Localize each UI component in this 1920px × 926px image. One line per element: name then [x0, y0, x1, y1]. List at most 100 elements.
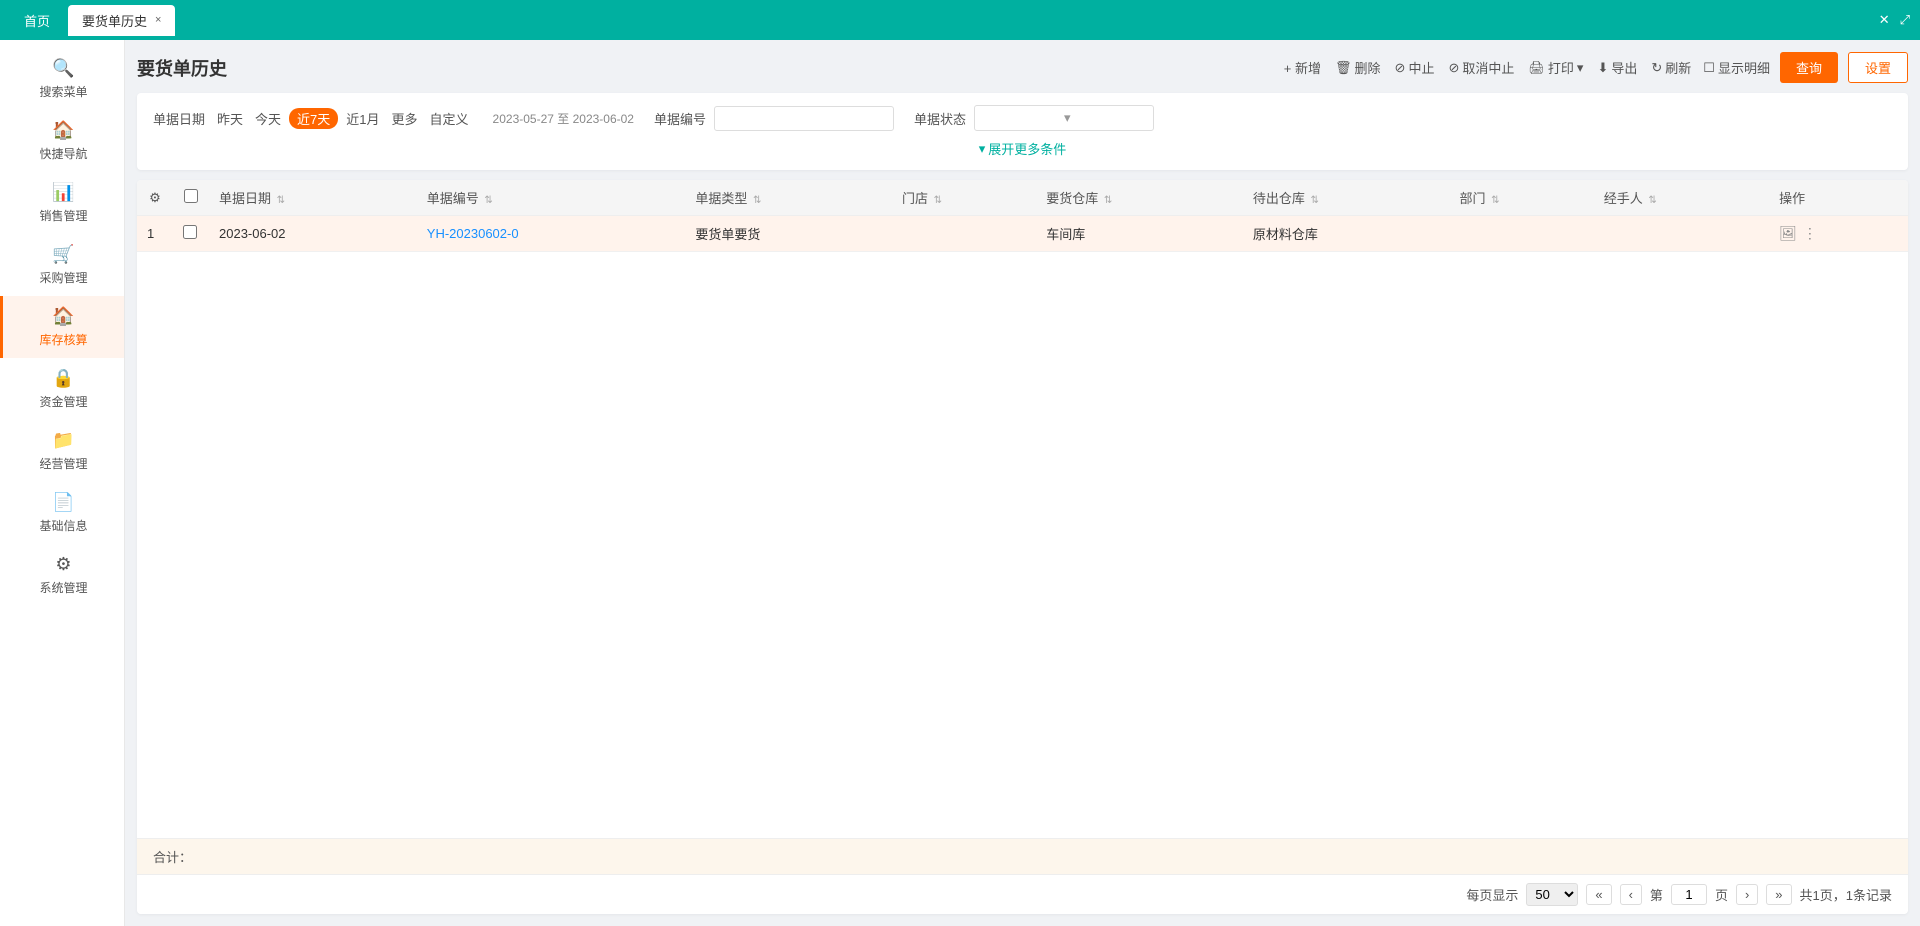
tab-label: 要货单历史 — [82, 11, 147, 30]
date-btn-custom[interactable]: 自定义 — [426, 108, 473, 129]
expand-more-label: 展开更多条件 — [988, 139, 1066, 158]
stop-button[interactable]: ⊘ 中止 — [1393, 54, 1437, 81]
row-more-icon[interactable]: ⋮ — [1803, 225, 1817, 242]
maximize-window-icon[interactable]: ⤢ — [1900, 12, 1910, 28]
dept-sort-icon: ⇅ — [1491, 195, 1499, 206]
search-menu-icon: 🔍 — [52, 58, 74, 79]
query-button[interactable]: 查询 — [1780, 52, 1838, 83]
store-col-header[interactable]: 门店 ⇅ — [892, 180, 1036, 216]
doc-no-col-header[interactable]: 单据编号 ⇅ — [417, 180, 686, 216]
sidebar-item-label: 资金管理 — [39, 393, 87, 410]
sidebar-item-operations-mgmt[interactable]: 📁 经营管理 — [0, 420, 124, 482]
table-header-row: ⚙ 单据日期 ⇅ 单据编号 ⇅ — [137, 180, 1908, 216]
tab-close-icon[interactable]: × — [155, 14, 161, 26]
table-summary: 合计： — [137, 838, 1908, 874]
settings-col-header[interactable]: ⚙ — [137, 180, 173, 216]
page-unit: 页 — [1715, 885, 1728, 904]
select-all-checkbox[interactable] — [184, 189, 198, 203]
docno-filter-input[interactable] — [714, 106, 894, 131]
cancel-stop-button[interactable]: ⊘ 取消中止 — [1446, 54, 1516, 81]
new-button[interactable]: + 新增 — [1282, 54, 1323, 81]
row-actions: 🖼 ⋮ — [1779, 225, 1898, 242]
row-checkbox[interactable] — [183, 225, 197, 239]
handler-col-header[interactable]: 经手人 ⇅ — [1594, 180, 1769, 216]
dept-col-header[interactable]: 部门 ⇅ — [1450, 180, 1594, 216]
expand-more-btn[interactable]: ▾ 展开更多条件 — [153, 139, 1892, 158]
req-warehouse-col-header[interactable]: 要货仓库 ⇅ — [1036, 180, 1243, 216]
pending-warehouse-col-header[interactable]: 待出仓库 ⇅ — [1243, 180, 1450, 216]
date-btn-7days[interactable]: 近7天 — [289, 108, 338, 129]
first-page-button[interactable]: « — [1586, 884, 1611, 905]
finance-mgmt-icon: 🔒 — [52, 368, 74, 389]
doc-no-cell[interactable]: YH-20230602-0 — [417, 216, 686, 252]
sales-mgmt-icon: 📊 — [52, 182, 74, 203]
export-button[interactable]: ⬇ 导出 — [1595, 54, 1639, 81]
store-cell — [892, 216, 1036, 252]
page-label: 第 — [1650, 885, 1663, 904]
filter-card: 单据日期 昨天 今天 近7天 近1月 更多 自定义 2023-05-27 至 2… — [137, 93, 1908, 170]
date-btn-more[interactable]: 更多 — [388, 108, 422, 129]
inventory-icon: 🏠 — [52, 306, 74, 327]
page-size-select[interactable]: 20 50 100 — [1526, 883, 1578, 906]
row-checkbox-cell[interactable] — [173, 216, 209, 252]
dept-cell — [1450, 216, 1594, 252]
sidebar-item-quick-nav[interactable]: 🏠 快捷导航 — [0, 110, 124, 172]
doc-type-col-header[interactable]: 单据类型 ⇅ — [685, 180, 892, 216]
date-btn-yesterday[interactable]: 昨天 — [213, 108, 247, 129]
sidebar-item-system-mgmt[interactable]: ⚙ 系统管理 — [0, 544, 124, 606]
sidebar-item-label: 库存核算 — [39, 331, 87, 348]
settings-button[interactable]: 设置 — [1848, 52, 1908, 83]
req-warehouse-cell: 车间库 — [1036, 216, 1243, 252]
sidebar-item-label: 系统管理 — [39, 579, 87, 596]
table-card: ⚙ 单据日期 ⇅ 单据编号 ⇅ — [137, 180, 1908, 914]
doc-no-sort-icon: ⇅ — [484, 195, 492, 206]
date-quick-btns: 昨天 今天 近7天 近1月 更多 自定义 — [213, 108, 473, 129]
doc-type-sort-icon: ⇅ — [753, 195, 761, 206]
quick-nav-icon: 🏠 — [52, 120, 74, 141]
status-filter-select[interactable]: ▾ — [974, 105, 1154, 131]
display-detail-button[interactable]: ☐ 显示明细 — [1703, 58, 1770, 77]
date-range-display: 2023-05-27 至 2023-06-02 — [493, 110, 634, 127]
prev-page-button[interactable]: ‹ — [1620, 884, 1642, 905]
doc-no-link[interactable]: YH-20230602-0 — [427, 226, 519, 241]
sidebar-item-search-menu[interactable]: 🔍 搜索菜单 — [0, 48, 124, 110]
row-view-icon[interactable]: 🖼 — [1779, 225, 1797, 242]
table-row: 1 2023-06-02 YH-20230602-0 要货单要货 车间库 — [137, 216, 1908, 252]
date-filter-group: 单据日期 昨天 今天 近7天 近1月 更多 自定义 — [153, 108, 473, 129]
sidebar-item-purchase-mgmt[interactable]: 🛒 采购管理 — [0, 234, 124, 296]
pagination-bar: 每页显示 20 50 100 « ‹ 第 页 › » 共1页，1条记录 — [137, 874, 1908, 914]
refresh-button[interactable]: ↻ 刷新 — [1649, 54, 1693, 81]
checkbox-col-header[interactable] — [173, 180, 209, 216]
header-actions: + 新增 🗑 删除 ⊘ 中止 ⊘ 取消中止 🖨 打印 ▾ — [1282, 52, 1908, 83]
sidebar-item-sales-mgmt[interactable]: 📊 销售管理 — [0, 172, 124, 234]
page-number-input[interactable] — [1671, 884, 1707, 905]
doc-type-cell: 要货单要货 — [685, 216, 892, 252]
page-header: 要货单历史 + 新增 🗑 删除 ⊘ 中止 ⊘ 取消中止 🖨 打印 — [137, 52, 1908, 83]
stop-icon: ⊘ — [1395, 60, 1406, 76]
pending-warehouse-sort-icon: ⇅ — [1310, 195, 1318, 206]
doc-date-sort-icon: ⇅ — [277, 195, 285, 206]
close-window-icon[interactable]: ✕ — [1879, 12, 1890, 28]
handler-sort-icon: ⇅ — [1648, 195, 1656, 206]
doc-date-col-header[interactable]: 单据日期 ⇅ — [209, 180, 417, 216]
print-button[interactable]: 🖨 打印 ▾ — [1526, 54, 1585, 81]
sidebar: 🔍 搜索菜单 🏠 快捷导航 📊 销售管理 🛒 采购管理 🏠 库存核算 🔒 资金管… — [0, 40, 125, 926]
system-mgmt-icon: ⚙ — [55, 554, 71, 575]
status-select-arrow-icon: ▾ — [1064, 110, 1145, 126]
data-table: ⚙ 单据日期 ⇅ 单据编号 ⇅ — [137, 180, 1908, 252]
sidebar-item-basic-info[interactable]: 📄 基础信息 — [0, 482, 124, 544]
date-btn-today[interactable]: 今天 — [251, 108, 285, 129]
sidebar-item-finance-mgmt[interactable]: 🔒 资金管理 — [0, 358, 124, 420]
next-page-button[interactable]: › — [1736, 884, 1758, 905]
date-btn-1month[interactable]: 近1月 — [342, 108, 383, 129]
last-page-button[interactable]: » — [1766, 884, 1791, 905]
tab-requisition-history[interactable]: 要货单历史 × — [68, 5, 175, 36]
tab-home[interactable]: 首页 — [10, 5, 64, 36]
delete-button[interactable]: 🗑 删除 — [1333, 54, 1383, 81]
date-filter-label: 单据日期 — [153, 109, 205, 128]
sidebar-item-label: 基础信息 — [39, 517, 87, 534]
sidebar-item-label: 经营管理 — [39, 455, 87, 472]
docno-filter-group: 单据编号 — [654, 106, 894, 131]
sidebar-item-inventory[interactable]: 🏠 库存核算 — [0, 296, 124, 358]
top-bar-right: ✕ ⤢ — [1879, 12, 1910, 28]
